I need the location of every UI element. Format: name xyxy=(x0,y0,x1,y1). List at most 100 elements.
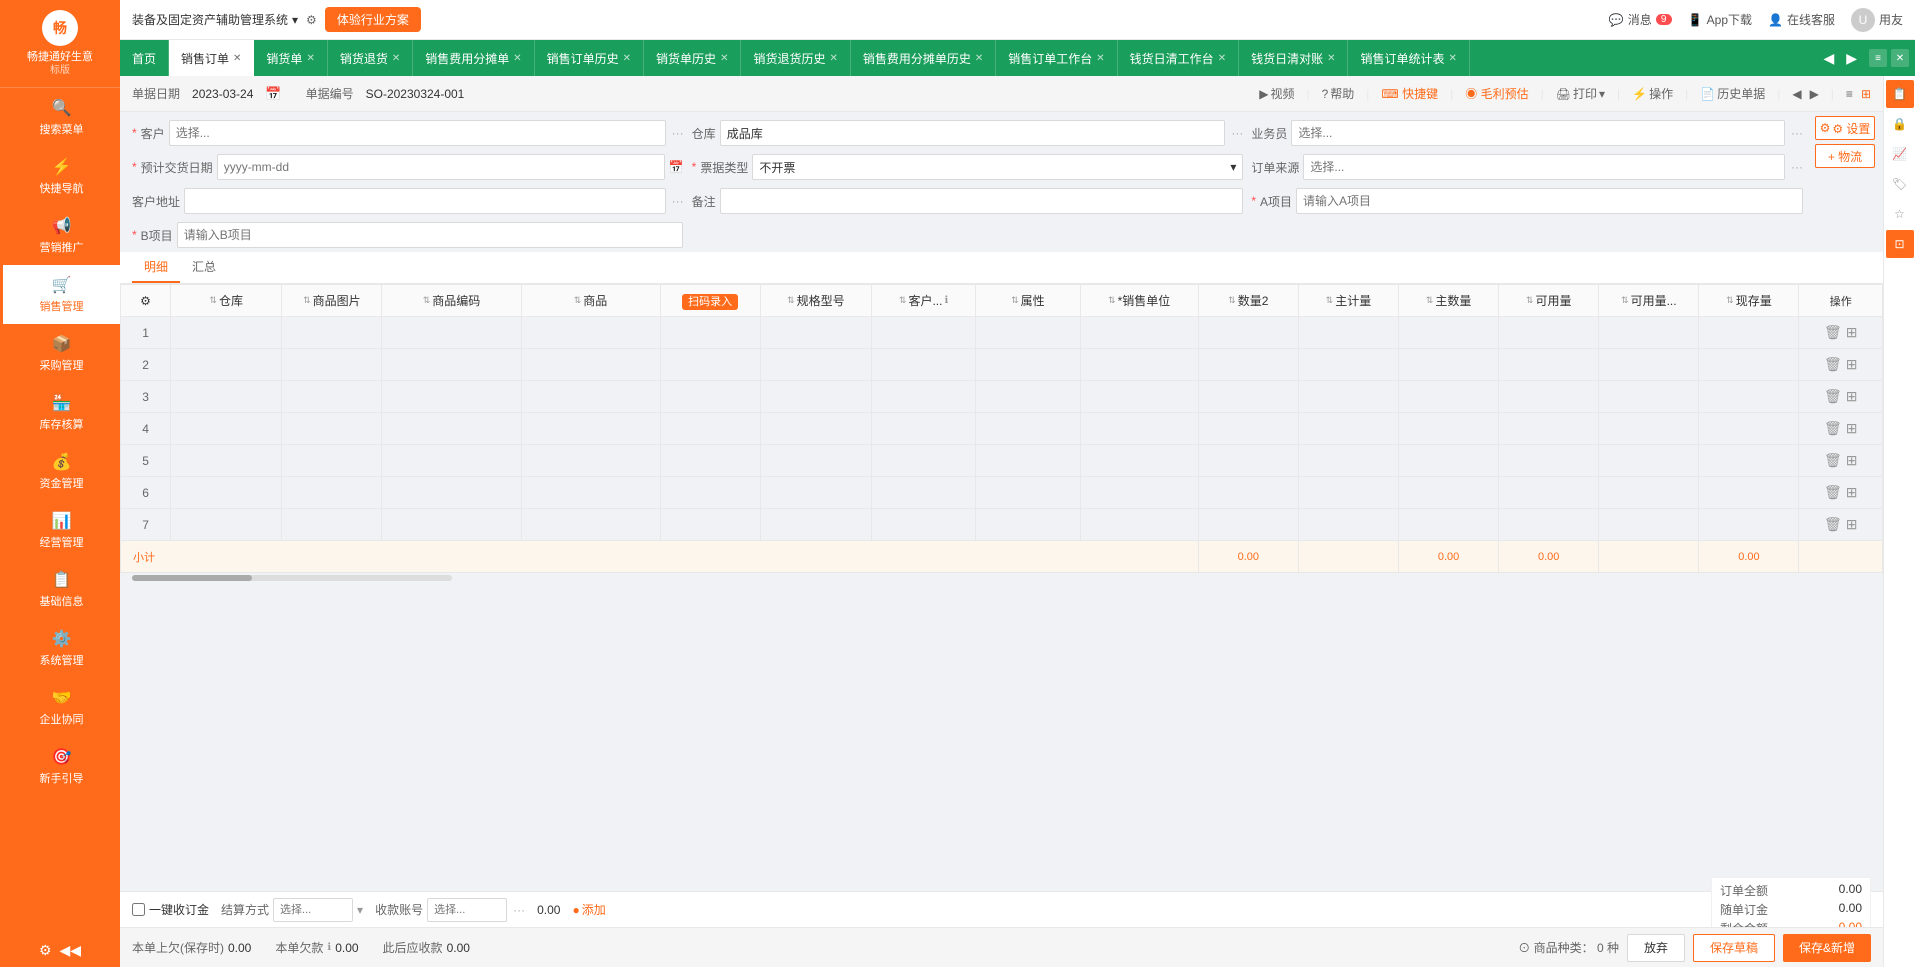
address-dots-icon[interactable]: ··· xyxy=(672,194,684,208)
order-source-input[interactable] xyxy=(1303,154,1785,180)
tab-menu-icon[interactable]: ≡ xyxy=(1869,49,1887,67)
sidebar-item-enterprise[interactable]: 🤝 企业协同 xyxy=(0,678,120,737)
tab-sales-fee-close[interactable]: ✕ xyxy=(513,53,521,64)
customer-dots-icon[interactable]: ··· xyxy=(672,126,684,140)
nav-prev-btn[interactable]: ◀ xyxy=(1792,87,1801,101)
message-item[interactable]: 💬 消息 9 xyxy=(1609,11,1672,28)
right-sidebar-lock-icon[interactable]: 🔒 xyxy=(1886,110,1914,138)
sidebar-item-finance[interactable]: 💰 资金管理 xyxy=(0,442,120,501)
industry-solution-button[interactable]: 体验行业方案 xyxy=(325,7,421,32)
tab-shipment-history[interactable]: 销货单历史 ✕ xyxy=(644,40,741,76)
th-warehouse[interactable]: ⇅仓库 xyxy=(171,285,282,317)
row-copy-btn-5[interactable]: ⊞ xyxy=(1846,452,1858,469)
tab-stats-close[interactable]: ✕ xyxy=(1449,53,1457,64)
sidebar-item-shortcut[interactable]: ⚡ 快捷导航 xyxy=(0,147,120,206)
row-delete-btn-2[interactable]: 🗑 xyxy=(1824,356,1842,373)
row-copy-btn-1[interactable]: ⊞ xyxy=(1846,324,1858,341)
address-input[interactable] xyxy=(184,188,666,214)
tab-close-all-icon[interactable]: ✕ xyxy=(1891,49,1909,67)
remarks-input[interactable] xyxy=(720,188,1244,214)
app-download-item[interactable]: 📱 App下载 xyxy=(1688,11,1752,28)
save-draft-btn[interactable]: 保存草稿 xyxy=(1693,934,1775,962)
th-code[interactable]: ⇅商品编码 xyxy=(382,285,521,317)
sidebar-item-system[interactable]: ⚙️ 系统管理 xyxy=(0,619,120,678)
th-attr[interactable]: ⇅属性 xyxy=(976,285,1080,317)
add-payment-btn[interactable]: ● 添加 xyxy=(572,901,605,918)
expand-btn[interactable]: ⊞ xyxy=(1861,87,1871,101)
tab-daily-reconcile[interactable]: 钱货日清对账 ✕ xyxy=(1239,40,1348,76)
th-spec[interactable]: ⇅规格型号 xyxy=(760,285,871,317)
tab-sales-shipment[interactable]: 销货单 ✕ xyxy=(254,40,327,76)
tab-daily-workbench[interactable]: 钱货日清工作台 ✕ xyxy=(1118,40,1239,76)
a-project-input[interactable] xyxy=(1296,188,1803,214)
b-project-input[interactable] xyxy=(177,222,684,248)
tab-detail[interactable]: 明细 xyxy=(132,252,180,283)
th-unit[interactable]: ⇅*销售单位 xyxy=(1080,285,1198,317)
warehouse-select[interactable]: 成品库 xyxy=(720,120,1226,146)
tab-shipment-history-close[interactable]: ✕ xyxy=(720,53,728,64)
tab-order-workbench-close[interactable]: ✕ xyxy=(1096,53,1104,64)
tab-sales-return[interactable]: 销货退货 ✕ xyxy=(328,40,413,76)
tab-sales-order-history-close[interactable]: ✕ xyxy=(623,53,631,64)
save-new-btn[interactable]: 保存&新增 xyxy=(1783,934,1871,962)
tab-sales-order[interactable]: 销售订单 ✕ xyxy=(169,40,254,76)
calendar-icon[interactable]: 📅 xyxy=(265,86,281,102)
right-sidebar-tag-icon[interactable]: 🏷 xyxy=(1886,170,1914,198)
add-logistics-btn[interactable]: + 物流 xyxy=(1815,144,1875,168)
row-delete-btn-5[interactable]: 🗑 xyxy=(1824,452,1842,469)
tab-next-arrow[interactable]: ▶ xyxy=(1840,50,1863,67)
tab-prev-arrow[interactable]: ◀ xyxy=(1817,50,1840,67)
operate-btn[interactable]: ⚡ 操作 xyxy=(1632,85,1673,102)
horizontal-scrollbar[interactable] xyxy=(132,575,452,581)
th-name[interactable]: ⇅商品 xyxy=(521,285,660,317)
tab-fee-history[interactable]: 销售费用分摊单历史 ✕ xyxy=(851,40,996,76)
tab-sales-order-history[interactable]: 销售订单历史 ✕ xyxy=(535,40,644,76)
salesperson-input[interactable] xyxy=(1291,120,1785,146)
delivery-calendar-icon[interactable]: 📅 xyxy=(669,160,684,174)
settings-icon[interactable]: ⚙ xyxy=(306,13,317,27)
tab-home[interactable]: 首页 xyxy=(120,40,169,76)
row-copy-btn-4[interactable]: ⊞ xyxy=(1846,420,1858,437)
row-delete-btn-3[interactable]: 🗑 xyxy=(1824,388,1842,405)
right-sidebar-chart-icon[interactable]: 📈 xyxy=(1886,140,1914,168)
th-stock[interactable]: ⇅现存量 xyxy=(1699,285,1799,317)
tab-sales-return-close[interactable]: ✕ xyxy=(392,53,400,64)
th-qty2[interactable]: ⇅数量2 xyxy=(1198,285,1298,317)
right-sidebar-form-icon[interactable]: 📋 xyxy=(1886,80,1914,108)
sidebar-item-purchase[interactable]: 📦 采购管理 xyxy=(0,324,120,383)
account-dots-icon[interactable]: ··· xyxy=(513,903,525,917)
sidebar-item-search[interactable]: 🔍 搜索菜单 xyxy=(0,88,120,147)
tab-sales-shipment-close[interactable]: ✕ xyxy=(306,53,314,64)
sidebar-item-marketing[interactable]: 📢 营销推广 xyxy=(0,206,120,265)
th-image[interactable]: ⇅商品图片 xyxy=(282,285,382,317)
salesperson-dots-icon[interactable]: ··· xyxy=(1791,126,1803,140)
collapse-bottom-icon[interactable]: ◀◀ xyxy=(60,942,82,959)
one-click-label[interactable]: 一键收订金 xyxy=(132,901,209,918)
discard-btn[interactable]: 放弃 xyxy=(1627,934,1685,962)
th-customer-code[interactable]: ⇅客户...ℹ xyxy=(871,285,975,317)
settlement-input[interactable] xyxy=(273,898,353,922)
profit-btn[interactable]: ◉ 毛利预估 xyxy=(1465,85,1528,102)
sidebar-item-sales[interactable]: 🛒 销售管理 xyxy=(0,265,120,324)
tab-daily-workbench-close[interactable]: ✕ xyxy=(1218,53,1226,64)
invoice-select[interactable]: 不开票 ▾ xyxy=(752,154,1243,180)
row-delete-btn-1[interactable]: 🗑 xyxy=(1824,324,1842,341)
tab-order-workbench[interactable]: 销售订单工作台 ✕ xyxy=(996,40,1117,76)
user-item[interactable]: U 用友 xyxy=(1851,8,1903,32)
settings-bottom-icon[interactable]: ⚙ xyxy=(39,942,52,959)
th-main-unit[interactable]: ⇅主计量 xyxy=(1298,285,1398,317)
row-copy-btn-2[interactable]: ⊞ xyxy=(1846,356,1858,373)
right-sidebar-scan-icon[interactable]: ⊡ xyxy=(1886,230,1914,258)
settings-action-btn[interactable]: ⚙ ⚙ 设置 xyxy=(1815,116,1875,140)
print-btn[interactable]: 🖨 打印 ▾ xyxy=(1556,85,1605,102)
sidebar-item-operation[interactable]: 📊 经营管理 xyxy=(0,501,120,560)
row-delete-btn-6[interactable]: 🗑 xyxy=(1824,484,1842,501)
row-copy-btn-3[interactable]: ⊞ xyxy=(1846,388,1858,405)
th-settings[interactable]: ⚙ xyxy=(121,285,171,317)
delivery-input[interactable] xyxy=(217,154,665,180)
warehouse-dots-icon[interactable]: ··· xyxy=(1231,126,1243,140)
view-btn[interactable]: ▶ 视频 xyxy=(1259,85,1294,102)
online-service-item[interactable]: 👤 在线客服 xyxy=(1768,11,1835,28)
row-copy-btn-6[interactable]: ⊞ xyxy=(1846,484,1858,501)
th-scan[interactable]: 扫码录入 xyxy=(660,285,760,317)
